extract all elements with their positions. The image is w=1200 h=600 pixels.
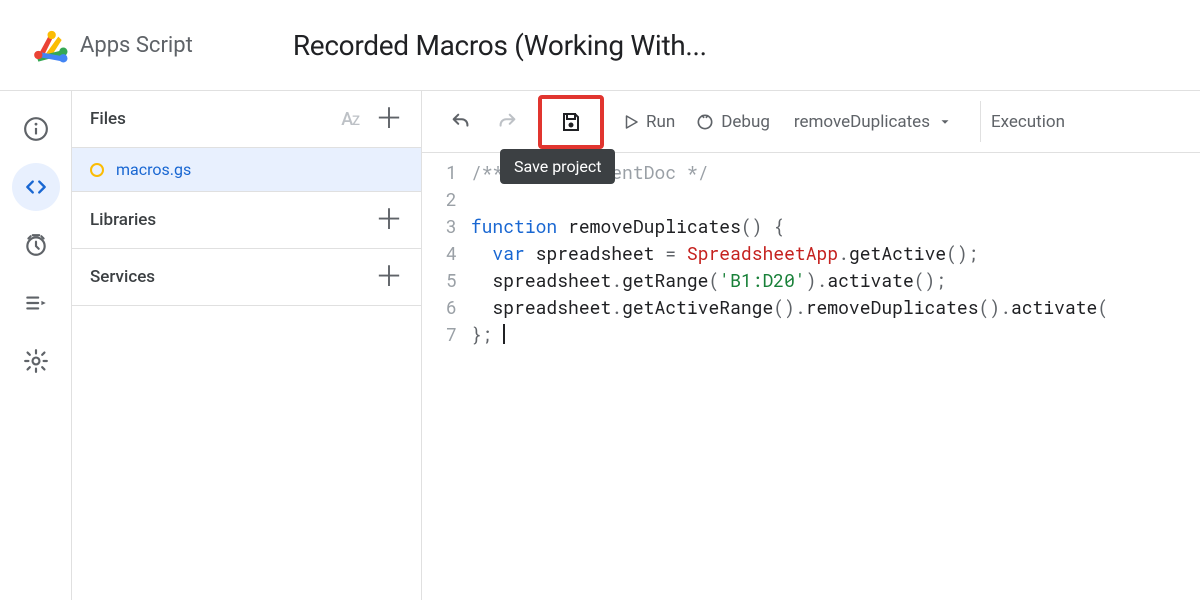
redo-icon <box>496 111 518 133</box>
save-icon <box>559 110 583 134</box>
nav-triggers[interactable] <box>12 221 60 269</box>
project-title[interactable]: Recorded Macros (Working With... <box>293 29 707 62</box>
save-button[interactable] <box>552 103 590 141</box>
executions-icon <box>23 290 49 316</box>
services-label: Services <box>90 267 155 287</box>
play-icon <box>622 113 640 131</box>
nav-editor[interactable] <box>12 163 60 211</box>
services-section[interactable]: Services ＋ <box>72 249 421 306</box>
main-area: Files AZ ＋ macros.gs Libraries ＋ Service… <box>0 90 1200 600</box>
clock-icon <box>23 232 49 258</box>
gear-icon <box>23 348 49 374</box>
undo-button[interactable] <box>442 103 480 141</box>
add-library-button[interactable]: ＋ <box>375 206 403 234</box>
undo-icon <box>450 111 472 133</box>
run-label: Run <box>646 112 675 132</box>
files-panel: Files AZ ＋ macros.gs Libraries ＋ Service… <box>72 91 422 600</box>
add-service-button[interactable]: ＋ <box>375 263 403 291</box>
gutter: 1 2 3 4 5 6 7 <box>422 159 471 348</box>
debug-icon <box>695 112 715 132</box>
sort-az-icon[interactable]: AZ <box>341 109 359 130</box>
file-name: macros.gs <box>116 160 191 179</box>
libraries-label: Libraries <box>90 210 156 230</box>
nav-executions[interactable] <box>12 279 60 327</box>
debug-label: Debug <box>721 112 770 132</box>
brand[interactable]: Apps Script <box>30 25 193 65</box>
editor-area: Run Debug removeDuplicates Execution Sav… <box>422 91 1200 600</box>
files-header: Files AZ ＋ <box>72 91 421 148</box>
function-selector[interactable]: removeDuplicates <box>784 112 962 132</box>
run-button[interactable]: Run <box>616 103 681 141</box>
files-title: Files <box>90 109 126 129</box>
code-content[interactable]: /** @OnlyCurrentDoc */ function removeDu… <box>471 159 1108 348</box>
add-file-button[interactable]: ＋ <box>375 105 403 133</box>
nav-rail <box>0 91 72 600</box>
nav-settings[interactable] <box>12 337 60 385</box>
apps-script-logo-icon <box>30 25 70 65</box>
nav-overview[interactable] <box>12 105 60 153</box>
debug-button[interactable]: Debug <box>689 103 776 141</box>
save-button-highlight <box>538 95 604 149</box>
toolbar: Run Debug removeDuplicates Execution <box>422 91 1200 153</box>
exec-log-label: Execution <box>991 112 1065 132</box>
text-cursor <box>503 324 505 344</box>
save-tooltip: Save project <box>500 149 615 184</box>
brand-text: Apps Script <box>80 33 193 58</box>
function-name: removeDuplicates <box>794 112 930 132</box>
chevron-down-icon <box>938 115 952 129</box>
execution-log-button[interactable]: Execution <box>980 101 1075 142</box>
libraries-section[interactable]: Libraries ＋ <box>72 191 421 249</box>
code-icon <box>23 174 49 200</box>
file-item-macros[interactable]: macros.gs <box>72 148 421 191</box>
top-header: Apps Script Recorded Macros (Working Wit… <box>0 0 1200 90</box>
file-modified-icon <box>90 163 104 177</box>
info-icon <box>23 116 49 142</box>
redo-button[interactable] <box>488 103 526 141</box>
